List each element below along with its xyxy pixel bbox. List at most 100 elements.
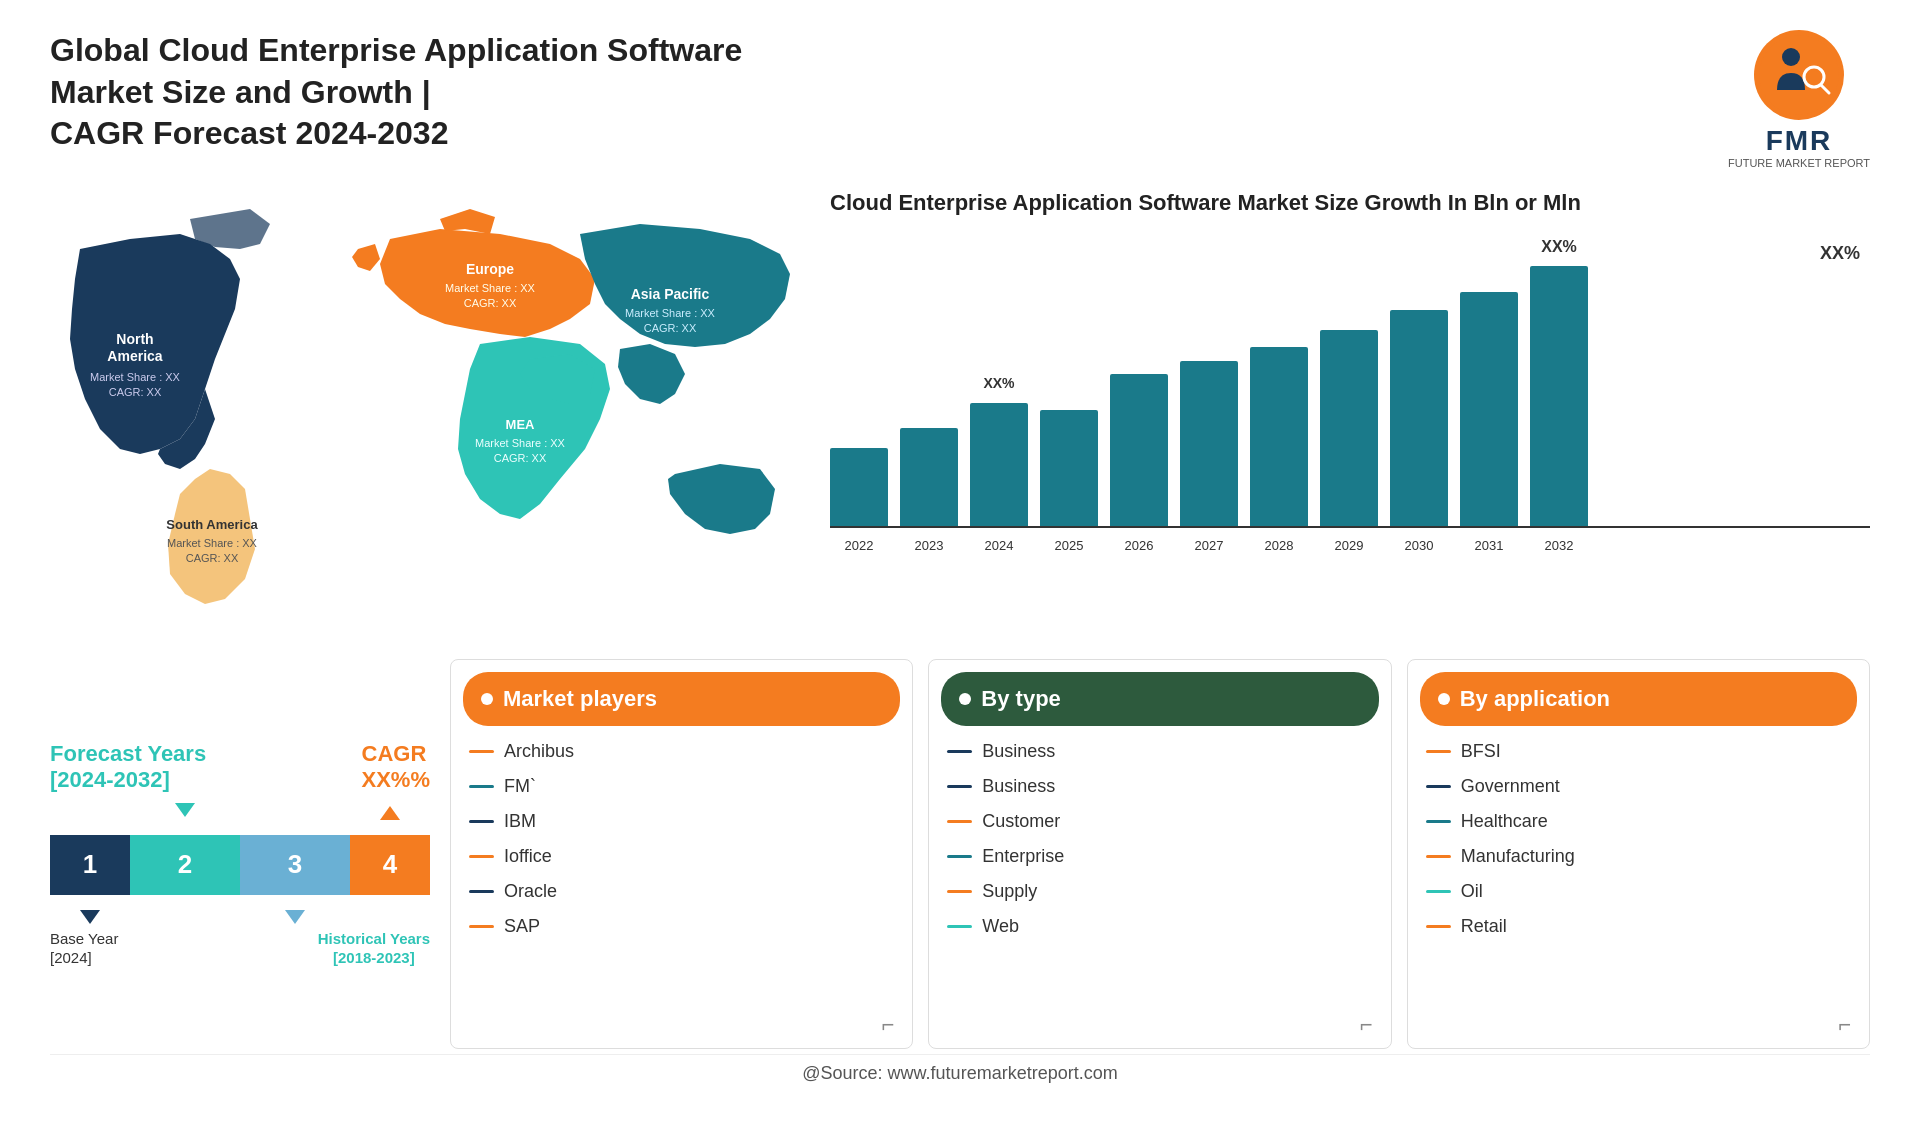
logo-fmr-text: FMR: [1766, 125, 1833, 157]
svg-text:CAGR: XX: CAGR: XX: [109, 386, 162, 398]
by-type-title: By type: [981, 686, 1060, 712]
by-type-footer: ⌐: [929, 1007, 1390, 1048]
list-item: Government: [1426, 776, 1851, 797]
svg-point-1: [1782, 48, 1800, 66]
step-2: 2: [130, 835, 240, 895]
svg-text:Europe: Europe: [466, 261, 514, 277]
by-application-items: BFSI Government Healthcare Manufacturing Oil…: [1408, 726, 1869, 1007]
map-section: North America Market Share : XX CAGR: XX…: [50, 189, 800, 639]
more-icon: ⌐: [881, 1012, 894, 1038]
by-application-dot: [1438, 693, 1450, 705]
bar-label-2029: 2029: [1320, 538, 1378, 553]
svg-text:Market Share : XX: Market Share : XX: [475, 437, 566, 449]
list-item: SAP: [469, 916, 894, 937]
bar-label-2030: 2030: [1390, 538, 1448, 553]
bar-2023: [900, 428, 958, 526]
svg-text:Asia Pacific: Asia Pacific: [631, 286, 710, 302]
svg-text:America: America: [107, 348, 162, 364]
list-item: BFSI: [1426, 741, 1851, 762]
by-application-header: By application: [1420, 672, 1857, 726]
svg-text:Market Share : XX: Market Share : XX: [90, 371, 181, 383]
by-type-items: Business Business Customer Enterprise Supply…: [929, 726, 1390, 1007]
svg-text:South America: South America: [166, 517, 258, 532]
bar-label-2025: 2025: [1040, 538, 1098, 553]
bar-2025: [1040, 410, 1098, 526]
years-labels: Base Year [2024] Historical Years [2018-…: [50, 929, 430, 968]
chart-section: Cloud Enterprise Application Software Ma…: [830, 189, 1870, 639]
step-arrows-bottom: [50, 910, 430, 924]
by-type-header: By type: [941, 672, 1378, 726]
forecast-years: [2024-2032]: [50, 767, 206, 793]
chart-xx-percent: XX%: [1820, 243, 1860, 264]
step-1: 1: [50, 835, 130, 895]
bar-label-2022: 2022: [830, 538, 888, 553]
bar-label-2028: 2028: [1250, 538, 1308, 553]
base-year-label: Base Year [2024]: [50, 929, 118, 968]
list-item: FM`: [469, 776, 894, 797]
years-panel: Forecast Years [2024-2032] CAGR XX%%: [50, 659, 430, 1049]
svg-text:Market Share : XX: Market Share : XX: [625, 307, 716, 319]
list-item: Enterprise: [947, 846, 1372, 867]
list-item: Manufacturing: [1426, 846, 1851, 867]
market-players-header: Market players: [463, 672, 900, 726]
bar-label-2027: 2027: [1180, 538, 1238, 553]
list-item: Archibus: [469, 741, 894, 762]
svg-text:CAGR: XX: CAGR: XX: [464, 297, 517, 309]
list-item: Ioffice: [469, 846, 894, 867]
list-item: Retail: [1426, 916, 1851, 937]
bar-2022: [830, 448, 888, 526]
page-header: Global Cloud Enterprise Application Soft…: [50, 30, 1870, 169]
step-3: 3: [240, 835, 350, 895]
step-4: 4: [350, 835, 430, 895]
content-bottom: Forecast Years [2024-2032] CAGR XX%%: [50, 659, 1870, 1049]
content-top: North America Market Share : XX CAGR: XX…: [50, 189, 1870, 639]
bar-2024: XX%: [970, 403, 1028, 526]
info-panels: Market players ArchibusFM`IBMIofficeOrac…: [450, 659, 1870, 1049]
market-players-items: ArchibusFM`IBMIofficeOracleSAP: [451, 726, 912, 1007]
svg-point-0: [1759, 35, 1839, 115]
historical-label: Historical Years [2018-2023]: [318, 929, 430, 968]
cagr-value: XX%%: [362, 767, 430, 793]
bar-2027: [1180, 361, 1238, 526]
svg-text:Market Share : XX: Market Share : XX: [167, 537, 258, 549]
forecast-label: Forecast Years: [50, 741, 206, 767]
step-arrows-top: [50, 803, 430, 820]
list-item: Healthcare: [1426, 811, 1851, 832]
bar-2026: [1110, 374, 1168, 526]
bar-2028: [1250, 347, 1308, 526]
svg-text:Market Share : XX: Market Share : XX: [445, 282, 536, 294]
steps-row: 1 2 3 4: [50, 835, 430, 895]
list-item: Business: [947, 741, 1372, 762]
by-application-panel: By application BFSI Government Healthcare M…: [1407, 659, 1870, 1049]
list-item: Customer: [947, 811, 1372, 832]
by-type-panel: By type Business Business Customer Enterpri…: [928, 659, 1391, 1049]
list-item: Web: [947, 916, 1372, 937]
market-players-dot: [481, 693, 493, 705]
logo-subtitle: FUTURE MARKET REPORT: [1728, 157, 1870, 169]
svg-text:CAGR: XX: CAGR: XX: [186, 552, 239, 564]
list-item: Oil: [1426, 881, 1851, 902]
svg-text:CAGR: XX: CAGR: XX: [644, 322, 697, 334]
list-item: Business: [947, 776, 1372, 797]
svg-text:MEA: MEA: [506, 417, 536, 432]
bar-2029: [1320, 330, 1378, 526]
forecast-row: Forecast Years [2024-2032] CAGR XX%%: [50, 741, 430, 793]
market-players-title: Market players: [503, 686, 657, 712]
more-icon-app: ⌐: [1838, 1012, 1851, 1038]
by-application-title: By application: [1460, 686, 1610, 712]
bar-label-2032: 2032: [1530, 538, 1588, 553]
bar-label-2031: 2031: [1460, 538, 1518, 553]
bar-2032: XX%: [1530, 266, 1588, 526]
bar-label-2023: 2023: [900, 538, 958, 553]
list-item: Oracle: [469, 881, 894, 902]
bar-label-2024: 2024: [970, 538, 1028, 553]
chart-area: XX% XX%XX% 20222023202420252026202720282…: [830, 238, 1870, 578]
list-item: Supply: [947, 881, 1372, 902]
cagr-label: CAGR: [362, 741, 430, 767]
source-bar: @Source: www.futuremarketreport.com: [50, 1054, 1870, 1084]
by-type-dot: [959, 693, 971, 705]
chart-title: Cloud Enterprise Application Software Ma…: [830, 189, 1870, 218]
bar-2031: [1460, 292, 1518, 526]
page-title: Global Cloud Enterprise Application Soft…: [50, 30, 750, 155]
market-players-footer: ⌐: [451, 1007, 912, 1048]
